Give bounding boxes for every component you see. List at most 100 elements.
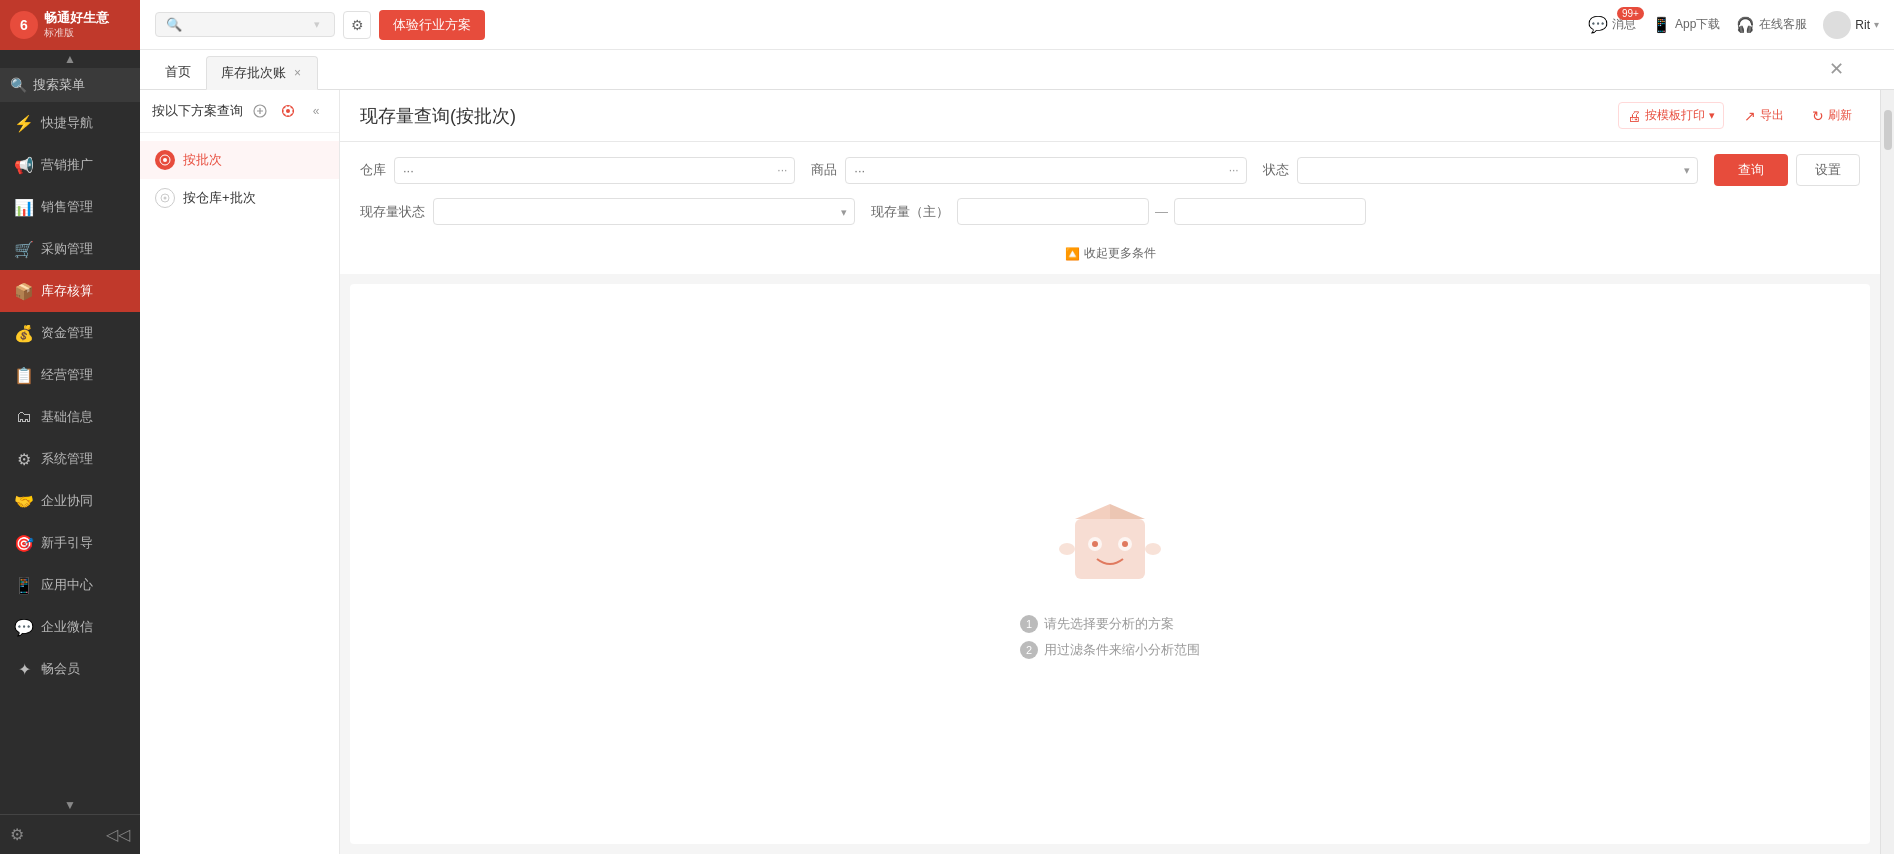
- newuser-icon: 🎯: [15, 534, 33, 552]
- sidebar-item-basic[interactable]: 🗂 基础信息: [0, 396, 140, 438]
- messages-btn[interactable]: 💬 消息 99+: [1588, 15, 1636, 34]
- refresh-btn[interactable]: ↻ 刷新: [1804, 103, 1860, 128]
- plan-list: 按批次 按仓库+批次: [140, 133, 339, 225]
- export-btn[interactable]: ↗ 导出: [1736, 103, 1792, 128]
- marketing-icon: 📢: [15, 156, 33, 174]
- status-select[interactable]: [1297, 157, 1698, 184]
- empty-tip-1: 1 请先选择要分析的方案: [1020, 615, 1200, 633]
- enterprise-icon: 🤝: [15, 492, 33, 510]
- gear-icon: ⚙: [351, 17, 364, 33]
- scroll-up-btn[interactable]: ▲: [0, 50, 140, 68]
- sidebar-item-operation[interactable]: 📋 经营管理: [0, 354, 140, 396]
- plan-item-warehouse-batch[interactable]: 按仓库+批次: [140, 179, 339, 217]
- right-scrollbar[interactable]: [1880, 90, 1894, 854]
- topbar-search-icon: 🔍: [166, 17, 182, 32]
- topbar-left: 🔍 ▾ ⚙ 体验行业方案: [155, 10, 1578, 40]
- sidebar-item-finance[interactable]: 💰 资金管理: [0, 312, 140, 354]
- member-icon: ✦: [15, 660, 33, 678]
- stock-qty-max-input[interactable]: [1174, 198, 1366, 225]
- query-btn[interactable]: 查询: [1714, 154, 1788, 186]
- inventory-icon: 📦: [15, 282, 33, 300]
- sidebar-item-sales[interactable]: 📊 销售管理: [0, 186, 140, 228]
- filter-status: 状态 ▾: [1263, 157, 1698, 184]
- online-service-btn[interactable]: 🎧 在线客服: [1736, 16, 1807, 34]
- sidebar-item-label: 畅会员: [41, 660, 80, 678]
- collapse-panel-btn[interactable]: «: [305, 100, 327, 122]
- page-title: 现存量查询(按批次): [360, 104, 516, 128]
- download-icon: 📱: [1652, 16, 1671, 34]
- collapse-btn[interactable]: 🔼 收起更多条件: [1057, 241, 1164, 266]
- print-dropdown-icon[interactable]: ▾: [1709, 109, 1715, 122]
- tab-inventory-batch[interactable]: 库存批次账 ×: [206, 56, 318, 90]
- search-menu-label: 搜索菜单: [33, 76, 85, 94]
- export-btn-label: 导出: [1760, 107, 1784, 124]
- stock-status-select[interactable]: [433, 198, 855, 225]
- purchase-icon: 🛒: [15, 240, 33, 258]
- settings-icon[interactable]: ⚙: [10, 825, 24, 844]
- product-input[interactable]: [845, 157, 1246, 184]
- empty-illustration: [1045, 469, 1175, 599]
- basic-icon: 🗂: [15, 408, 33, 426]
- svg-point-13: [1145, 543, 1161, 555]
- content-area: 按以下方案查询: [140, 90, 1894, 854]
- warehouse-more-icon[interactable]: ···: [777, 163, 787, 177]
- empty-tip-2: 2 用过滤条件来缩小分析范围: [1020, 641, 1200, 659]
- sidebar-item-quick-nav[interactable]: ⚡ 快捷导航: [0, 102, 140, 144]
- filter-row-1: 仓库 ··· 商品 ···: [360, 154, 1860, 186]
- sidebar-item-apps[interactable]: 📱 应用中心: [0, 564, 140, 606]
- print-btn[interactable]: 🖨 按模板打印 ▾: [1618, 102, 1724, 129]
- product-more-icon[interactable]: ···: [1229, 163, 1239, 177]
- search-menu-btn[interactable]: 🔍 搜索菜单: [0, 68, 140, 102]
- tip-num-1: 1: [1020, 615, 1038, 633]
- sidebar-item-member[interactable]: ✦ 畅会员: [0, 648, 140, 690]
- product-input-wrap: ···: [845, 157, 1246, 184]
- system-icon: ⚙: [15, 450, 33, 468]
- sidebar-item-enterprise[interactable]: 🤝 企业协同: [0, 480, 140, 522]
- settings-outline-btn[interactable]: 设置: [1796, 154, 1860, 186]
- scrollbar-thumb[interactable]: [1884, 110, 1892, 150]
- sidebar-item-marketing[interactable]: 📢 营销推广: [0, 144, 140, 186]
- svg-point-2: [286, 109, 290, 113]
- finance-icon: 💰: [15, 324, 33, 342]
- collapse-btn-label: 收起更多条件: [1084, 245, 1156, 262]
- plan-settings-btn[interactable]: [277, 100, 299, 122]
- plan-item-batch[interactable]: 按批次: [140, 141, 339, 179]
- warehouse-input[interactable]: [394, 157, 795, 184]
- add-plan-btn[interactable]: [249, 100, 271, 122]
- collapse-sidebar-icon[interactable]: ◁◁: [106, 825, 130, 844]
- sidebar: 6 畅通好生意 标准版 ▲ 🔍 搜索菜单 ⚡ 快捷导航 📢 营销推广: [0, 0, 140, 854]
- sidebar-item-newuser[interactable]: 🎯 新手引导: [0, 522, 140, 564]
- stock-qty-min-input[interactable]: [957, 198, 1149, 225]
- svg-point-10: [1092, 541, 1098, 547]
- sidebar-item-label: 采购管理: [41, 240, 93, 258]
- service-icon: 🎧: [1736, 16, 1755, 34]
- app-download-btn[interactable]: 📱 App下载: [1652, 16, 1720, 34]
- scroll-down-btn[interactable]: ▼: [0, 796, 140, 814]
- filter-action-buttons: 查询 设置: [1714, 154, 1860, 186]
- tab-home[interactable]: 首页: [150, 55, 206, 89]
- operation-icon: 📋: [15, 366, 33, 384]
- tip-num-2: 2: [1020, 641, 1038, 659]
- topbar: 🔍 ▾ ⚙ 体验行业方案 💬 消息 99+ 📱 App下载: [140, 0, 1894, 50]
- sidebar-item-label: 企业微信: [41, 618, 93, 636]
- topbar-search-input[interactable]: [188, 18, 308, 32]
- sidebar-item-system[interactable]: ⚙ 系统管理: [0, 438, 140, 480]
- trial-btn[interactable]: 体验行业方案: [379, 10, 485, 40]
- filter-stock-qty: 现存量（主） —: [871, 198, 1366, 225]
- filter-warehouse: 仓库 ···: [360, 157, 795, 184]
- close-all-tabs-btn[interactable]: ✕: [1829, 58, 1844, 80]
- print-btn-label: 按模板打印: [1645, 107, 1705, 124]
- sidebar-item-inventory[interactable]: 📦 库存核算: [0, 270, 140, 312]
- app-logo: 6: [10, 11, 38, 39]
- sidebar-item-label: 销售管理: [41, 198, 93, 216]
- sidebar-item-label: 库存核算: [41, 282, 93, 300]
- topbar-search-box[interactable]: 🔍 ▾: [155, 12, 335, 37]
- tab-close-btn[interactable]: ×: [292, 64, 303, 82]
- topbar-dropdown-icon[interactable]: ▾: [314, 18, 320, 31]
- topbar-settings-btn[interactable]: ⚙: [343, 11, 371, 39]
- sidebar-item-purchase[interactable]: 🛒 采购管理: [0, 228, 140, 270]
- user-avatar-btn[interactable]: Rit ▾: [1823, 11, 1879, 39]
- left-panel-title: 按以下方案查询: [152, 102, 243, 120]
- sidebar-item-wechat[interactable]: 💬 企业微信: [0, 606, 140, 648]
- sidebar-item-label: 资金管理: [41, 324, 93, 342]
